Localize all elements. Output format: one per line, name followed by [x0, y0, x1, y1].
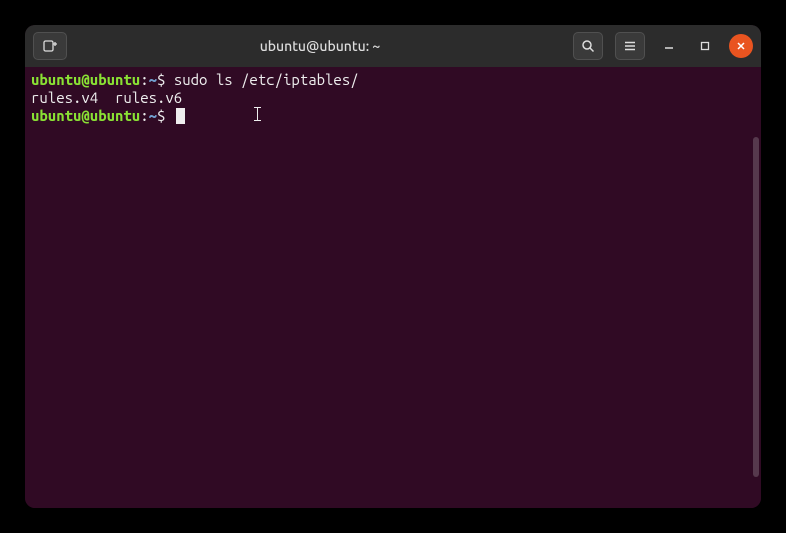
menu-button[interactable]: [615, 32, 645, 60]
maximize-button[interactable]: [693, 34, 717, 58]
hamburger-icon: [623, 39, 637, 53]
scrollbar[interactable]: [753, 137, 759, 477]
command-text: sudo ls /etc/iptables/: [165, 71, 358, 88]
search-icon: [581, 39, 595, 53]
minimize-icon: [664, 41, 674, 51]
close-button[interactable]: [729, 34, 753, 58]
prompt-separator: :: [140, 107, 148, 124]
search-button[interactable]: [573, 32, 603, 60]
prompt-separator: :: [140, 71, 148, 88]
minimize-button[interactable]: [657, 34, 681, 58]
terminal-body[interactable]: ubuntu@ubuntu:~$ sudo ls /etc/iptables/ …: [25, 67, 761, 508]
cursor-block: [176, 108, 185, 124]
maximize-icon: [700, 41, 710, 51]
prompt-path: ~: [149, 71, 157, 88]
text-cursor-icon: [257, 107, 258, 121]
prompt-user-host: ubuntu@ubuntu: [31, 71, 140, 88]
terminal-line: ubuntu@ubuntu:~$ sudo ls /etc/iptables/: [31, 71, 755, 89]
prompt-path: ~: [149, 107, 157, 124]
prompt-user-host: ubuntu@ubuntu: [31, 107, 140, 124]
title-bar: ubuntu@ubuntu: ~: [25, 25, 761, 67]
terminal-window: ubuntu@ubuntu: ~: [25, 25, 761, 508]
terminal-line: ubuntu@ubuntu:~$: [31, 107, 755, 125]
terminal-output: rules.v4 rules.v6: [31, 89, 755, 107]
new-tab-button[interactable]: [33, 32, 67, 60]
window-controls: [573, 32, 753, 60]
close-icon: [736, 41, 746, 51]
window-title: ubuntu@ubuntu: ~: [73, 38, 567, 54]
new-tab-icon: [42, 38, 58, 54]
